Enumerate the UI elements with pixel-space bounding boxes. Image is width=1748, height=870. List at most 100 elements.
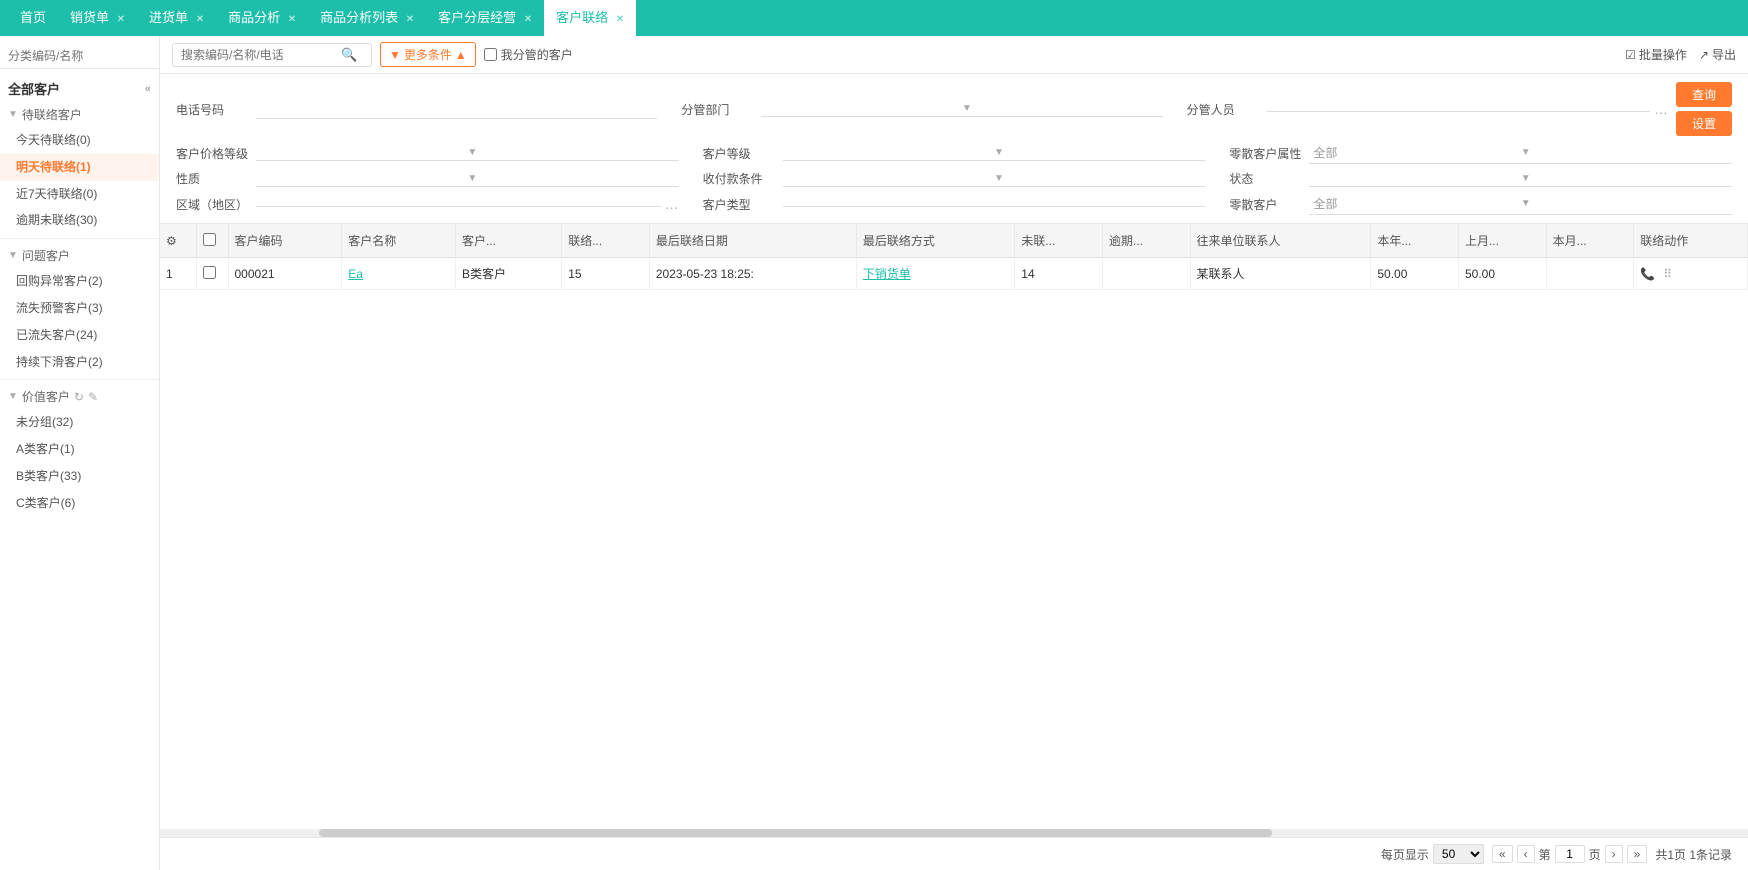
chevron-down-icon: ▼ [962,103,1159,114]
sidebar-item-7days[interactable]: 近7天待联络(0) [0,181,159,208]
filter-region: 区域（地区） … [176,196,679,213]
dots-icon[interactable]: … [665,196,679,212]
sidebar-item-b-class[interactable]: B类客户(33) [0,463,159,490]
dept-select[interactable]: ▼ [761,101,1162,117]
page-size-select[interactable]: 50 20 100 [1433,844,1484,864]
person-select[interactable] [1267,107,1650,112]
toolbar-right: ☑ 批量操作 ↗ 导出 [1625,46,1736,63]
sidebar-item-a-class[interactable]: A类客户(1) [0,436,159,463]
main-layout: 🔍 全部客户 « ▼ 待联络客户 今天待联络(0) 明天待联络(1) 近7天待联… [0,36,1748,870]
nav-customer-tier[interactable]: 客户分层经营 ✕ [426,0,544,36]
sidebar-item-overdue[interactable]: 逾期未联络(30) [0,207,159,234]
horizontal-scrollbar[interactable] [160,829,1748,837]
sidebar-item-today[interactable]: 今天待联络(0) [0,127,159,154]
sidebar-item-repurchase[interactable]: 回购异常客户(2) [0,268,159,295]
filter-row-3: 性质 ▼ 收付款条件 ▼ 状态 [176,170,1732,187]
chevron-down-icon: ▼ [1521,173,1728,184]
next-page-btn[interactable]: › [1605,845,1623,863]
cell-checkbox[interactable] [196,258,228,290]
filter-dept: 分管部门 ▼ [681,101,1162,118]
nav-home[interactable]: 首页 [8,0,58,36]
sidebar-search-input[interactable] [8,49,160,63]
retail-customer-select[interactable]: 全部 ▼ [1309,193,1732,215]
nav-product-analysis[interactable]: 商品分析 ✕ [216,0,308,36]
scrollbar-thumb[interactable] [319,829,1272,837]
filter-panel: 电话号码 分管部门 ▼ 分管人员 … [160,74,1748,224]
col-this-year: 本年... [1371,224,1459,258]
table-area: ⚙ 客户编码 客户名称 客户... 联络... 最后联络日期 最后联络方式 未联… [160,224,1748,829]
pending-group[interactable]: ▼ 待联络客户 [0,102,159,127]
col-last-method: 最后联络方式 [856,224,1014,258]
footer: 每页显示 50 20 100 « ‹ 第 页 › » 共1页 1条记录 [160,837,1748,870]
dots-icon[interactable]: … [1654,101,1668,117]
query-button[interactable]: 查询 [1676,82,1732,107]
search-icon[interactable]: 🔍 [341,47,357,63]
cell-last-method[interactable]: 下销货单 [856,258,1014,290]
filter-row-1: 电话号码 分管部门 ▼ 分管人员 … [176,82,1732,136]
cell-actions: 📞 ⠿ [1634,258,1748,290]
filter-customer-level: 客户等级 ▼ [703,145,1206,162]
payment-select[interactable]: ▼ [783,171,1206,187]
customer-level-select[interactable]: ▼ [783,145,1206,161]
more-filter-btn[interactable]: ▼ 更多条件 ▲ [380,42,476,67]
filter-retail-customer: 零散客户 全部 ▼ [1229,193,1732,215]
cell-last-month: 50.00 [1458,258,1546,290]
first-page-btn[interactable]: « [1492,845,1513,863]
col-settings[interactable]: ⚙ [160,224,196,258]
page-nav: « ‹ 第 页 › » [1492,845,1647,863]
table-row: 1 000021 Ea B类客户 15 2023-05-23 18:25: 下销… [160,258,1748,290]
call-icon[interactable]: 📞 [1640,267,1655,281]
action-buttons: 查询 设置 [1676,82,1732,136]
cell-name[interactable]: Ea [342,258,456,290]
value-group[interactable]: ▼ 价值客户 ↻ ✎ [0,384,159,409]
my-customers-checkbox[interactable]: 我分管的客户 [484,46,573,63]
last-page-btn[interactable]: » [1627,845,1648,863]
sidebar-item-c-class[interactable]: C类客户(6) [0,490,159,517]
status-select[interactable]: ▼ [1309,171,1732,187]
price-level-select[interactable]: ▼ [256,145,679,161]
filter-payment: 收付款条件 ▼ [703,170,1206,187]
all-customers-title[interactable]: 全部客户 « [0,73,159,102]
sidebar-search-area: 🔍 [0,44,159,69]
sidebar-item-tomorrow[interactable]: 明天待联络(1) [0,154,159,181]
phone-input[interactable] [256,100,657,119]
sidebar-item-churned[interactable]: 已流失客户(24) [0,322,159,349]
nav-sales[interactable]: 销货单 ✕ [58,0,137,36]
retail-attr-select[interactable]: 全部 ▼ [1309,142,1732,164]
prev-page-btn[interactable]: ‹ [1517,845,1535,863]
more-icon[interactable]: ⠿ [1663,267,1672,281]
sidebar-item-ungrouped[interactable]: 未分组(32) [0,409,159,436]
col-checkbox[interactable] [196,224,228,258]
col-code: 客户编码 [228,224,342,258]
sidebar: 🔍 全部客户 « ▼ 待联络客户 今天待联络(0) 明天待联络(1) 近7天待联… [0,36,160,870]
col-overdue: 逾期... [1102,224,1190,258]
export-btn[interactable]: ↗ 导出 [1699,46,1736,63]
customer-type-select[interactable] [783,202,1206,207]
page-input[interactable] [1555,845,1585,863]
batch-ops-btn[interactable]: ☑ 批量操作 [1625,46,1687,63]
collapse-icon[interactable]: « [145,83,151,95]
top-nav: 首页 销货单 ✕ 进货单 ✕ 商品分析 ✕ 商品分析列表 ✕ 客户分层经营 ✕ … [0,0,1748,36]
cell-overdue [1102,258,1190,290]
col-contacts: 联络... [562,224,650,258]
nav-purchase[interactable]: 进货单 ✕ [137,0,216,36]
search-box[interactable]: 🔍 [172,43,372,67]
region-select[interactable] [256,202,661,207]
sidebar-item-churn-warning[interactable]: 流失预警客户(3) [0,295,159,322]
filter-phone: 电话号码 [176,100,657,119]
set-button[interactable]: 设置 [1676,111,1732,136]
col-last-month: 上月... [1458,224,1546,258]
col-uncontacted: 未联... [1015,224,1103,258]
cell-uncontacted: 14 [1015,258,1103,290]
col-customer-type: 客户... [455,224,561,258]
search-input[interactable] [181,48,341,62]
page-size-selector: 每页显示 50 20 100 [1381,844,1484,864]
nav-customer-contact[interactable]: 客户联络 ✕ [544,0,636,36]
chevron-down-icon: ▼ [467,173,674,184]
sidebar-item-declining[interactable]: 持续下滑客户(2) [0,349,159,376]
problem-group[interactable]: ▼ 问题客户 [0,243,159,268]
nav-product-analysis-list[interactable]: 商品分析列表 ✕ [308,0,426,36]
filter-retail-attr: 零散客户属性 全部 ▼ [1229,142,1732,164]
filter-price-level: 客户价格等级 ▼ [176,145,679,162]
nature-select[interactable]: ▼ [256,171,679,187]
